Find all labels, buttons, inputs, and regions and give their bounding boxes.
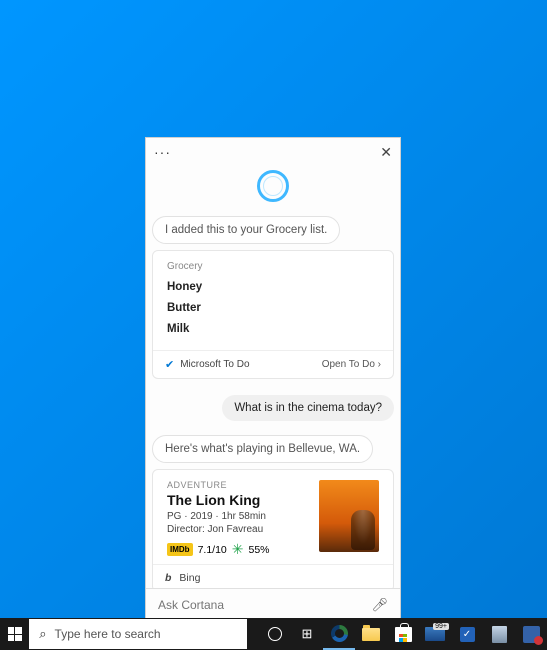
grocery-card[interactable]: Grocery Honey Butter Milk ✔ Microsoft To… xyxy=(152,250,394,379)
movie-card[interactable]: ADVENTURE The Lion King PG · 2019 · 1hr … xyxy=(152,469,394,588)
movie-director: Director: Jon Favreau xyxy=(167,524,309,535)
edge-browser-button[interactable] xyxy=(323,618,355,650)
imdb-score: 7.1/10 xyxy=(198,544,227,556)
folder-icon xyxy=(362,628,380,641)
check-icon: ✔ xyxy=(165,358,174,371)
file-explorer-button[interactable] xyxy=(355,618,387,650)
assistant-message: I added this to your Grocery list. xyxy=(152,216,340,244)
imdb-badge: IMDb xyxy=(167,543,193,556)
start-button[interactable] xyxy=(0,618,29,650)
user-message: What is in the cinema today? xyxy=(222,395,394,421)
mail-icon: 99+ xyxy=(425,627,445,641)
snip-icon xyxy=(492,626,507,643)
cortana-ring-icon xyxy=(257,170,289,202)
movie-meta: PG · 2019 · 1hr 58min xyxy=(167,511,309,522)
bing-source-link[interactable]: b Bing xyxy=(153,564,393,588)
task-view-icon: ⊞ xyxy=(302,626,313,642)
task-view-button[interactable]: ⊞ xyxy=(291,618,323,650)
todo-app-link[interactable]: ✔ Microsoft To Do xyxy=(165,358,250,371)
window-header: ··· ✕ xyxy=(146,138,400,166)
chat-area: I added this to your Grocery list. Groce… xyxy=(146,212,400,588)
bing-label: Bing xyxy=(179,572,200,584)
taskbar: ⌕ Type here to search ⊞ 99+ xyxy=(0,618,547,650)
movie-title: The Lion King xyxy=(167,492,309,508)
mail-button[interactable]: 99+ xyxy=(419,618,451,650)
assistant-message: Here's what's playing in Bellevue, WA. xyxy=(152,435,373,463)
rotten-tomatoes-icon: ✳ xyxy=(232,541,244,558)
todo-icon xyxy=(460,627,475,642)
close-button[interactable]: ✕ xyxy=(380,144,392,161)
grocery-list-label: Grocery xyxy=(167,261,379,272)
edge-icon xyxy=(331,625,348,642)
ask-cortana-input[interactable] xyxy=(158,598,363,612)
todo-app-label: Microsoft To Do xyxy=(180,359,249,370)
app-icon xyxy=(523,626,540,643)
taskbar-search[interactable]: ⌕ Type here to search xyxy=(29,619,247,649)
microphone-icon[interactable]: 🎤︎ xyxy=(371,597,388,613)
windows-logo-icon xyxy=(8,627,22,641)
cortana-logo xyxy=(146,166,400,212)
menu-button[interactable]: ··· xyxy=(154,144,171,160)
grocery-item: Butter xyxy=(167,302,379,314)
snip-tool-button[interactable] xyxy=(483,618,515,650)
movie-poster xyxy=(319,480,379,552)
search-icon: ⌕ xyxy=(39,626,46,642)
movie-category: ADVENTURE xyxy=(167,480,309,490)
grocery-item: Milk xyxy=(167,323,379,335)
microsoft-store-button[interactable] xyxy=(387,618,419,650)
cortana-window: ··· ✕ I added this to your Grocery list.… xyxy=(145,137,401,622)
bing-icon: b xyxy=(165,572,171,584)
search-placeholder: Type here to search xyxy=(55,627,161,641)
store-icon xyxy=(395,627,412,642)
mail-badge: 99+ xyxy=(433,623,449,630)
rt-score: 55% xyxy=(249,544,270,556)
input-bar: 🎤︎ xyxy=(146,588,400,621)
app-button[interactable] xyxy=(515,618,547,650)
cortana-taskbar-button[interactable] xyxy=(259,618,291,650)
grocery-item: Honey xyxy=(167,281,379,293)
circle-icon xyxy=(268,627,282,641)
open-todo-link[interactable]: Open To Do › xyxy=(322,359,381,370)
todo-app-button[interactable] xyxy=(451,618,483,650)
